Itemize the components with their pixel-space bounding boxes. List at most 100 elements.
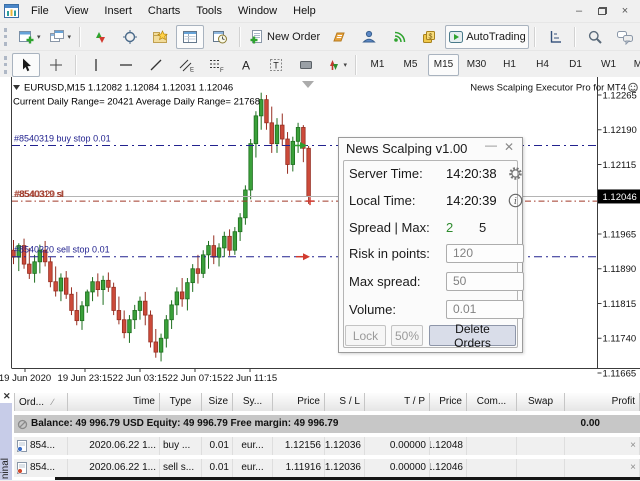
column-header-swap[interactable]: Swap <box>517 393 565 411</box>
column-header-com[interactable]: Com... <box>467 393 517 411</box>
vertical-line-icon <box>88 57 104 73</box>
max-spread-input[interactable] <box>446 272 524 291</box>
order-cell: 1.12156 <box>273 437 325 455</box>
timeframe-button-m15[interactable]: M15 <box>428 54 459 76</box>
label-tool-button[interactable]: T <box>262 53 290 77</box>
new-chart-button[interactable]: ▾ <box>15 25 44 49</box>
new-order-label: New Order <box>267 31 320 43</box>
news-scalping-panel[interactable]: News Scalping v1.00 — ✕ Server Time: 14:… <box>338 137 523 353</box>
profiles-icon <box>49 29 65 45</box>
timeframe-button-m5[interactable]: M5 <box>395 54 426 76</box>
window-close-button[interactable]: × <box>618 4 632 18</box>
column-header-price[interactable]: Price <box>273 393 325 411</box>
max-spread-row: Max spread: <box>349 271 516 291</box>
volume-label: Volume: <box>349 302 396 317</box>
terminal-close-button[interactable]: ✕ <box>3 391 11 402</box>
tick-chart-button[interactable] <box>86 25 114 49</box>
timeframe-button-w1[interactable]: W1 <box>593 54 624 76</box>
column-header-current-price[interactable]: Price <box>430 393 467 411</box>
menu-item-window[interactable]: Window <box>230 1 285 21</box>
fifty-percent-button[interactable]: 50% <box>391 325 423 346</box>
price-chart[interactable]: #8540319 buy stop 0.01#8540319 sl#854032… <box>0 77 640 388</box>
timeframe-button-mn[interactable]: MN <box>626 54 640 76</box>
order-cell <box>467 459 517 477</box>
column-header-sy[interactable]: Sy... <box>233 393 273 411</box>
column-header-profit[interactable]: Profit <box>565 393 640 411</box>
arrows-tool-button[interactable]: ▾ <box>322 53 350 77</box>
panel-buttons-row: Lock 50% Delete Orders <box>339 325 522 347</box>
menu-item-file[interactable]: File <box>23 1 57 21</box>
risk-input[interactable] <box>446 244 524 263</box>
new-order-icon <box>249 29 265 45</box>
order-row-sell[interactable]: 854...2020.06.22 1...sell s...0.01eur...… <box>14 459 640 477</box>
toolbar-grip[interactable] <box>4 28 10 46</box>
info-icon[interactable]: i <box>507 192 524 209</box>
settings-gear-icon[interactable] <box>507 165 524 182</box>
vertical-line-tool-button[interactable] <box>82 53 110 77</box>
new-order-button[interactable]: New Order <box>246 25 323 49</box>
window-minimize-button[interactable]: – <box>572 4 586 18</box>
timeframe-button-h4[interactable]: H4 <box>527 54 558 76</box>
community-button[interactable] <box>355 25 383 49</box>
column-header-size[interactable]: Size <box>202 393 233 411</box>
menu-item-tools[interactable]: Tools <box>188 1 230 21</box>
channel-tool-button[interactable]: E <box>172 53 200 77</box>
menu-item-charts[interactable]: Charts <box>140 1 188 21</box>
toolbar-grip[interactable] <box>4 56 7 74</box>
order-line-label: #8540319 buy stop 0.01 <box>14 134 111 144</box>
order-cell: 1.11916 <box>273 459 325 477</box>
data-window-button[interactable] <box>206 25 234 49</box>
order-cell: 0.01 <box>202 437 233 455</box>
crosshair-target-button[interactable] <box>116 25 144 49</box>
column-header-time[interactable]: Time <box>68 393 160 411</box>
horizontal-line-tool-button[interactable] <box>112 53 140 77</box>
column-header-ord[interactable]: Ord...∕ <box>14 393 68 411</box>
text-tool-button[interactable]: A <box>232 53 260 77</box>
column-header-tp[interactable]: T / P <box>365 393 430 411</box>
timeframe-button-h1[interactable]: H1 <box>494 54 525 76</box>
price-axis[interactable]: 1.122651.121901.121151.119651.118901.118… <box>598 91 640 380</box>
timeframe-button-d1[interactable]: D1 <box>560 54 591 76</box>
balance-row[interactable]: Balance: 49 996.79 USD Equity: 49 996.79… <box>14 415 640 433</box>
autotrading-button[interactable]: AutoTrading <box>445 25 529 49</box>
menu-item-insert[interactable]: Insert <box>96 1 140 21</box>
menu-item-help[interactable]: Help <box>285 1 324 21</box>
window-restore-button[interactable] <box>595 4 609 18</box>
close-order-button[interactable]: × <box>565 437 640 455</box>
cursor-tool-button[interactable] <box>12 53 40 77</box>
profiles-button[interactable]: ▾ <box>46 25 75 49</box>
chart-levels-button[interactable] <box>541 25 569 49</box>
column-header-sl[interactable]: S / L <box>325 393 365 411</box>
order-row-buy[interactable]: 854...2020.06.22 1...buy ...0.01eur...1.… <box>14 437 640 455</box>
volume-input[interactable] <box>446 300 524 319</box>
time-axis-label: 19 Jun 23:15 <box>58 373 113 384</box>
server-time-label: Server Time: <box>349 166 423 181</box>
risk-row: Risk in points: <box>349 243 516 263</box>
timeframe-button-m1[interactable]: M1 <box>362 54 393 76</box>
panel-close-button[interactable]: ✕ <box>502 140 516 156</box>
signals-button[interactable] <box>385 25 413 49</box>
shapes-tool-button[interactable] <box>292 53 320 77</box>
terminal-tab[interactable]: ninal <box>0 403 12 480</box>
trendline-tool-button[interactable] <box>142 53 170 77</box>
delete-orders-button[interactable]: Delete Orders <box>429 325 516 346</box>
timeframe-button-m30[interactable]: M30 <box>461 54 492 76</box>
close-order-button[interactable]: × <box>565 459 640 477</box>
zoom-button[interactable] <box>581 25 609 49</box>
menu-item-view[interactable]: View <box>57 1 97 21</box>
fibonacci-tool-button[interactable]: F <box>202 53 230 77</box>
chart-window[interactable]: #8540319 buy stop 0.01#8540319 sl#854032… <box>0 77 640 388</box>
market-watch-toggle-button[interactable] <box>176 25 204 49</box>
svg-text:i: i <box>514 197 517 207</box>
panel-minimize-button[interactable]: — <box>484 138 498 156</box>
order-cell: 0.00000 <box>365 437 430 455</box>
market-button[interactable]: $ <box>415 25 443 49</box>
lock-button[interactable]: Lock <box>345 325 386 346</box>
autotrading-icon <box>448 29 464 45</box>
metaeditor-button[interactable] <box>325 25 353 49</box>
column-header-type[interactable]: Type <box>160 393 202 411</box>
chat-button[interactable] <box>611 25 639 49</box>
server-time-row: Server Time: 14:20:38 <box>349 163 516 183</box>
favorites-button[interactable] <box>146 25 174 49</box>
crosshair-tool-button[interactable] <box>42 53 70 77</box>
